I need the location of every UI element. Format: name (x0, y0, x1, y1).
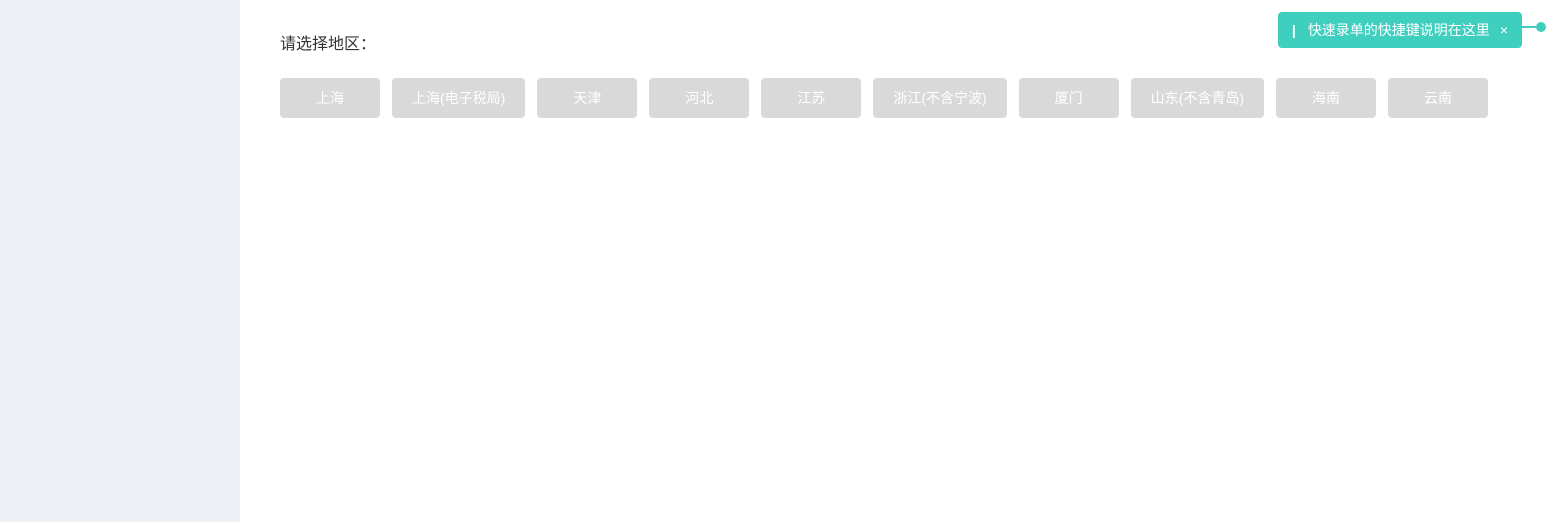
tooltip-dot (1536, 22, 1546, 32)
region-button-hainan[interactable]: 海南 (1276, 78, 1376, 118)
region-button-shandong[interactable]: 山东(不含青岛) (1131, 78, 1264, 118)
tooltip-banner: 快速录单的快捷键说明在这里 × (1278, 12, 1522, 48)
sidebar (0, 0, 240, 522)
main-content: 请选择地区： 上海上海(电子税局)天津河北江苏浙江(不含宁波)厦门山东(不含青岛… (240, 0, 1562, 522)
tooltip-text: 快速录单的快捷键说明在这里 (1308, 20, 1490, 40)
tooltip-close-button[interactable]: × (1500, 22, 1508, 38)
region-grid: 上海上海(电子税局) 天津河北江苏浙江(不含宁波) 厦门山东(不含青岛) 海南云南 (280, 78, 1522, 118)
region-button-shanghai[interactable]: 上海 (280, 78, 380, 118)
region-button-shanghai-etax[interactable]: 上海(电子税局) (392, 78, 525, 118)
region-button-tianjin[interactable]: 天津 (537, 78, 637, 118)
region-button-zhejiang[interactable]: 浙江(不含宁波) (873, 78, 1006, 118)
region-button-jiangsu[interactable]: 江苏 (761, 78, 861, 118)
region-button-xiamen[interactable]: 厦门 (1019, 78, 1119, 118)
tooltip-line (1518, 26, 1536, 28)
region-button-hebei[interactable]: 河北 (649, 78, 749, 118)
region-button-yunnan[interactable]: 云南 (1388, 78, 1488, 118)
